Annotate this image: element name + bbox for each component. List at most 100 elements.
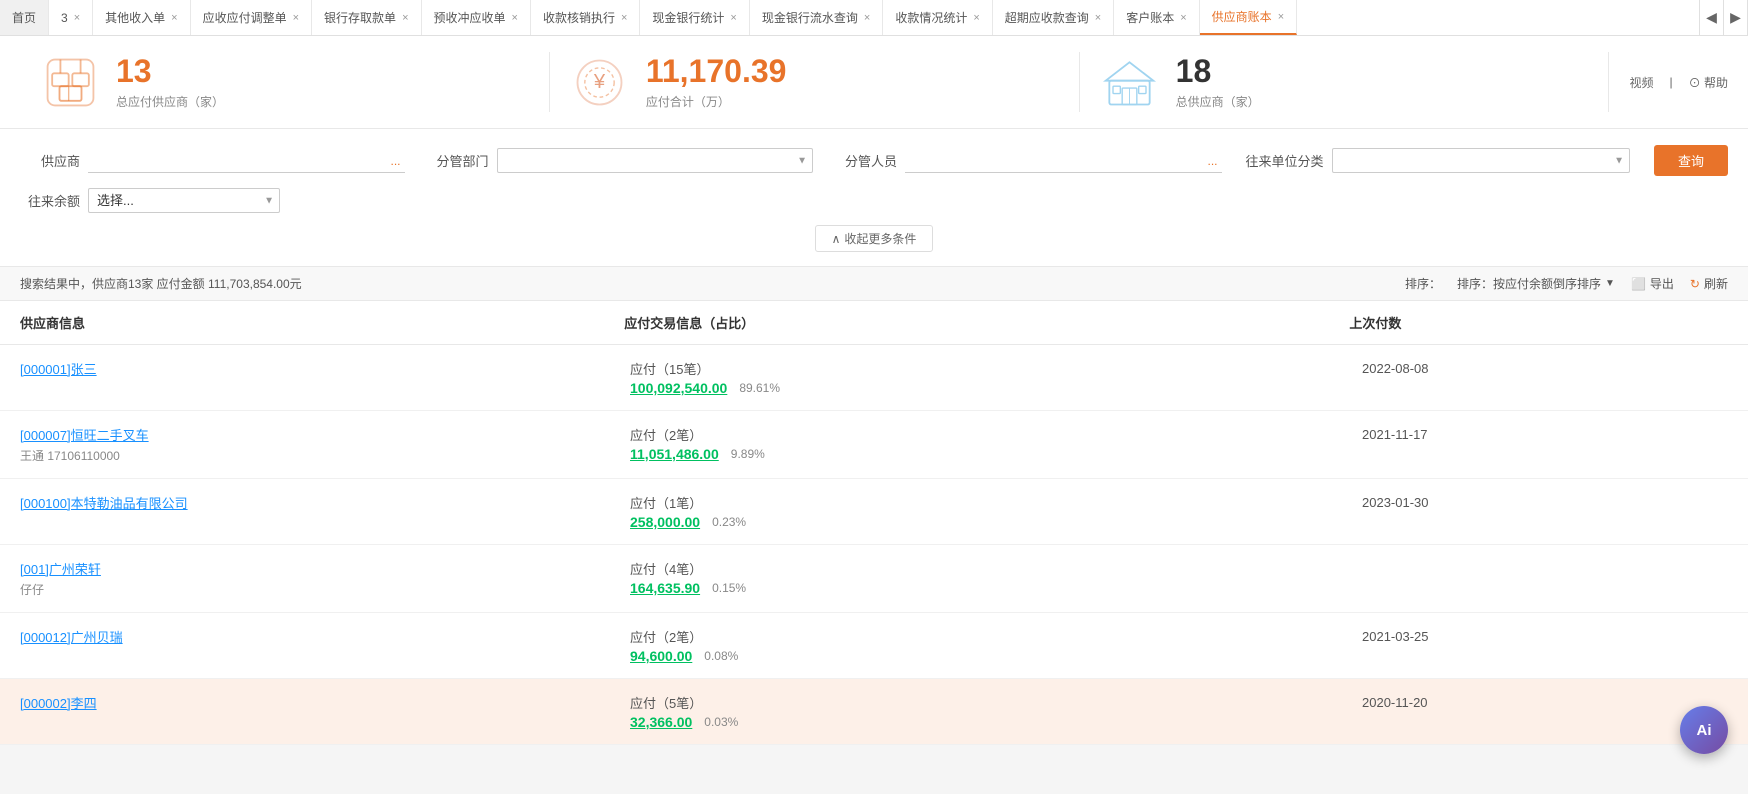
col-header-transaction: 应付交易信息（占比） — [624, 313, 1349, 332]
close-icon[interactable]: × — [402, 12, 408, 24]
nav-tab-customer-ledger-label: 客户账本 — [1126, 9, 1174, 26]
nav-tab-cash-bank-stat[interactable]: 现金银行统计 × — [640, 0, 749, 35]
help-link[interactable]: ⊙ 帮助 — [1689, 74, 1728, 91]
nav-tab-supplier-ledger[interactable]: 供应商账本 × — [1200, 0, 1297, 35]
supplier-info-0: [000001]张三 — [20, 359, 630, 378]
stat-card-total-payable: ¥ 11,170.39 应付合计（万） — [550, 52, 1080, 112]
ai-button[interactable]: Ai — [1680, 706, 1728, 754]
supplier-link-1[interactable]: [000007]恒旺二手叉车 — [20, 428, 149, 443]
export-button[interactable]: ⬜ 导出 — [1631, 275, 1674, 292]
nav-tab-bank-deposit[interactable]: 银行存取款单 × — [312, 0, 421, 35]
results-info-text: 搜索结果中，供应商13家 应付金额 111,703,854.00元 — [20, 275, 1405, 292]
nav-tab-3[interactable]: 3 × — [49, 0, 93, 35]
stat-label-total-payable: 应付合计（万） — [646, 93, 787, 110]
nav-tab-cash-bank-query-label: 现金银行流水查询 — [762, 9, 858, 26]
nav-tab-prepay-ar[interactable]: 预收冲应收单 × — [422, 0, 531, 35]
nav-tab-receipt-verify[interactable]: 收款核销执行 × — [531, 0, 640, 35]
nav-scroll-right[interactable]: ▶ — [1724, 0, 1748, 36]
results-actions: 排序： 排序：按应付余额倒序排序 ▼ ⬜ 导出 ↻ 刷新 — [1405, 275, 1728, 292]
nav-scroll-left[interactable]: ◀ — [1700, 0, 1724, 36]
close-icon[interactable]: × — [293, 12, 299, 24]
sort-label: 排序： — [1405, 275, 1441, 292]
supplier-link-0[interactable]: [000001]张三 — [20, 362, 97, 377]
search-row-2: 往来余额 选择... ▼ — [20, 188, 1728, 213]
trans-amount-1[interactable]: 11,051,486.00 — [630, 446, 719, 462]
category-select[interactable] — [1332, 148, 1630, 173]
ai-button-container: Ai — [1680, 706, 1728, 754]
trans-amount-line-2: 258,000.00 0.23% — [630, 514, 1362, 530]
trans-amount-line-4: 94,600.00 0.08% — [630, 648, 1362, 664]
nav-tab-home[interactable]: 首页 — [0, 0, 49, 35]
balance-select[interactable]: 选择... — [88, 188, 280, 213]
supplier-link-4[interactable]: [000012]广州贝瑞 — [20, 630, 123, 645]
supplier-input[interactable] — [88, 149, 405, 173]
trans-amount-4[interactable]: 94,600.00 — [630, 648, 692, 664]
close-icon[interactable]: × — [1278, 11, 1284, 23]
close-icon[interactable]: × — [1095, 12, 1101, 24]
stat-info-total-suppliers: 18 总供应商（家） — [1176, 54, 1260, 110]
close-icon[interactable]: × — [730, 12, 736, 24]
stat-info-total-payable: 11,170.39 应付合计（万） — [646, 54, 787, 110]
collapse-button[interactable]: ∧ 收起更多条件 — [815, 225, 934, 252]
close-icon[interactable]: × — [621, 12, 627, 24]
table-row: [000007]恒旺二手叉车 王通 17106110000 应付（2笔） 11,… — [0, 411, 1748, 479]
trans-percent-1: 9.89% — [731, 447, 765, 461]
last-pay-1: 2021-11-17 — [1362, 425, 1728, 442]
trans-label-1: 应付（2笔） — [630, 425, 702, 444]
supplier-link-3[interactable]: [001]广州荣轩 — [20, 562, 101, 577]
transaction-info-0: 应付（15笔） 100,092,540.00 89.61% — [630, 359, 1362, 396]
transaction-info-5: 应付（5笔） 32,366.00 0.03% — [630, 693, 1362, 730]
supplier-field: 供应商 ... — [20, 149, 405, 173]
stat-icon-store — [1100, 52, 1160, 112]
supplier-info-3: [001]广州荣轩 仔仔 — [20, 559, 630, 598]
last-pay-5: 2020-11-20 — [1362, 693, 1728, 710]
trans-amount-0[interactable]: 100,092,540.00 — [630, 380, 727, 396]
nav-tab-customer-ledger[interactable]: 客户账本 × — [1114, 0, 1199, 35]
header-actions: 视频 | ⊙ 帮助 — [1609, 74, 1728, 91]
top-navigation: 首页 3 × 其他收入单 × 应收应付调整单 × 银行存取款单 × 预收冲应收单… — [0, 0, 1748, 36]
search-button[interactable]: 查询 — [1654, 145, 1728, 176]
svg-text:¥: ¥ — [593, 71, 606, 93]
close-icon[interactable]: × — [74, 12, 80, 24]
stat-label-payable-suppliers: 总应付供应商（家） — [116, 93, 224, 110]
nav-tab-cash-bank-stat-label: 现金银行统计 — [652, 9, 724, 26]
last-pay-0: 2022-08-08 — [1362, 359, 1728, 376]
supplier-link-2[interactable]: [000100]本特勒油品有限公司 — [20, 496, 188, 511]
circle-icon: ⊙ — [1689, 76, 1701, 90]
nav-tab-ar-ap-adjust-label: 应收应付调整单 — [203, 9, 287, 26]
trans-line1-4: 应付（2笔） — [630, 627, 1362, 646]
close-icon[interactable]: × — [973, 12, 979, 24]
close-icon[interactable]: × — [1180, 12, 1186, 24]
collapse-label: 收起更多条件 — [844, 230, 916, 247]
balance-dropdown-wrap: 选择... ▼ — [88, 188, 280, 213]
refresh-button[interactable]: ↻ 刷新 — [1690, 275, 1728, 292]
nav-tab-receipt-stat[interactable]: 收款情况统计 × — [883, 0, 992, 35]
dept-select[interactable] — [497, 148, 814, 173]
nav-tab-ar-ap-adjust[interactable]: 应收应付调整单 × — [191, 0, 312, 35]
close-icon[interactable]: × — [864, 12, 870, 24]
nav-tab-3-label: 3 — [61, 11, 68, 25]
divider: | — [1670, 75, 1673, 89]
nav-tab-receipt-stat-label: 收款情况统计 — [895, 9, 967, 26]
dept-dropdown-wrap: ▼ — [497, 148, 814, 173]
close-icon[interactable]: × — [171, 12, 177, 24]
balance-field: 往来余额 选择... ▼ — [20, 188, 280, 213]
nav-tab-other-income[interactable]: 其他收入单 × — [93, 0, 190, 35]
stat-card-total-suppliers: 18 总供应商（家） — [1080, 52, 1610, 112]
table-row: [000012]广州贝瑞 应付（2笔） 94,600.00 0.08% 2021… — [0, 613, 1748, 679]
supplier-link-5[interactable]: [000002]李四 — [20, 696, 97, 711]
trans-line1-3: 应付（4笔） — [630, 559, 1362, 578]
trans-amount-5[interactable]: 32,366.00 — [630, 714, 692, 730]
supplier-picker-icon[interactable]: ... — [390, 154, 400, 168]
nav-tab-overdue-ar[interactable]: 超期应收款查询 × — [993, 0, 1114, 35]
trans-amount-3[interactable]: 164,635.90 — [630, 580, 700, 596]
table-row: [000001]张三 应付（15笔） 100,092,540.00 89.61%… — [0, 345, 1748, 411]
person-input[interactable] — [905, 149, 1222, 173]
stat-number-payable-suppliers: 13 — [116, 54, 224, 89]
trans-amount-2[interactable]: 258,000.00 — [630, 514, 700, 530]
nav-tab-cash-bank-query[interactable]: 现金银行流水查询 × — [750, 0, 883, 35]
sort-select[interactable]: 排序：按应付余额倒序排序 ▼ — [1457, 275, 1615, 292]
video-link[interactable]: 视频 — [1629, 74, 1653, 91]
close-icon[interactable]: × — [512, 12, 518, 24]
person-picker-icon[interactable]: ... — [1207, 154, 1217, 168]
